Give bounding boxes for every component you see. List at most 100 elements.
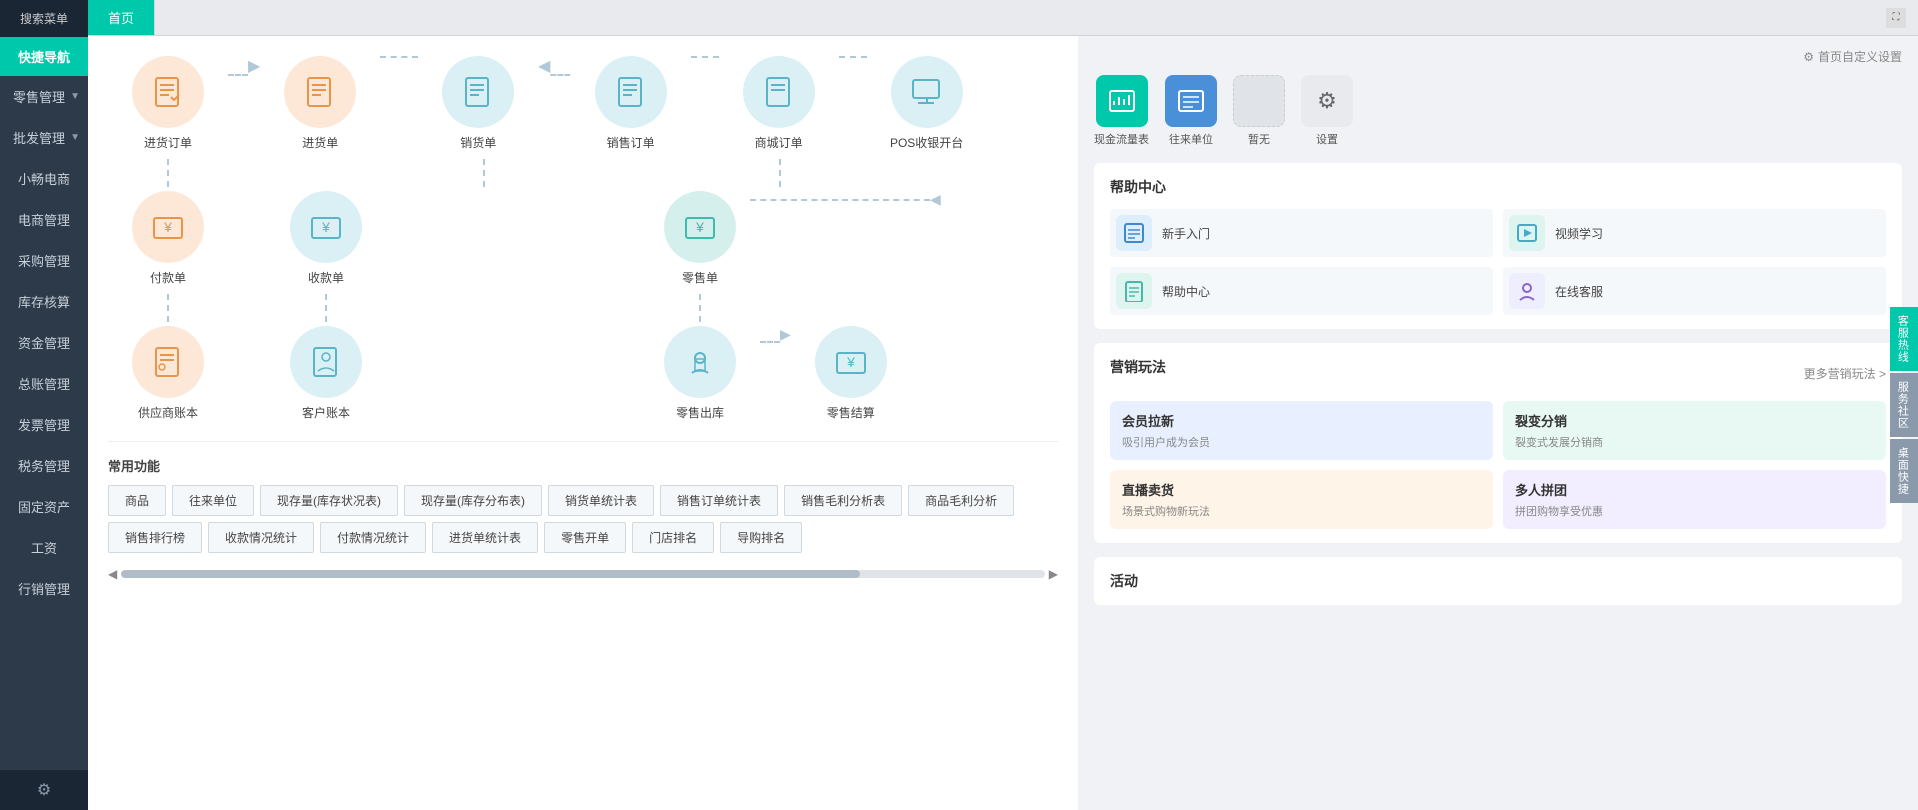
sidebar-item-ledger[interactable]: 总账管理	[0, 363, 88, 404]
marketing-item-member[interactable]: 会员拉新 吸引用户成为会员	[1110, 401, 1493, 460]
activity-section: 活动	[1094, 557, 1902, 605]
sidebar-item-finance[interactable]: 资金管理	[0, 322, 88, 363]
flow-row-2: ¥ 付款单 ¥ 收款单	[108, 191, 1058, 286]
quick-icon-empty[interactable]: 暂无	[1233, 75, 1285, 147]
node-label-receipt: 收款单	[308, 269, 344, 286]
sidebar-item-invoice[interactable]: 发票管理	[0, 404, 88, 445]
sidebar-item-inventory[interactable]: 库存核算	[0, 281, 88, 322]
sidebar-item-assets[interactable]: 固定资产	[0, 486, 88, 527]
func-button-6[interactable]: 销售毛利分析表	[784, 485, 902, 516]
help-item-video[interactable]: 视频学习	[1503, 209, 1886, 257]
node-label-retail: 零售单	[682, 269, 718, 286]
tab-home[interactable]: 首页	[88, 0, 155, 35]
func-button-7[interactable]: 商品毛利分析	[908, 485, 1014, 516]
func-button-9[interactable]: 收款情况统计	[208, 522, 314, 553]
node-retail[interactable]: ¥ 零售单	[640, 191, 760, 286]
func-button-4[interactable]: 销货单统计表	[548, 485, 654, 516]
customize-label[interactable]: 首页自定义设置	[1818, 48, 1902, 65]
node-label-customer-book: 客户账本	[302, 404, 350, 421]
sidebar-item-ecom[interactable]: 小畅电商	[0, 158, 88, 199]
func-button-3[interactable]: 现存量(库存分布表)	[404, 485, 542, 516]
sidebar-search[interactable]: 搜索菜单	[0, 0, 88, 37]
marketing-title: 营销玩法	[1110, 357, 1166, 377]
node-retail-outbound[interactable]: 零售出库	[640, 326, 760, 421]
quick-icon-contacts[interactable]: 往来单位	[1165, 75, 1217, 147]
svg-text:¥: ¥	[163, 219, 172, 235]
func-button-13[interactable]: 门店排名	[632, 522, 714, 553]
help-center-title: 帮助中心	[1110, 177, 1886, 197]
scroll-left-arrow[interactable]: ◀	[108, 567, 117, 581]
flow-row-1: 进货订单 ▶ 进货单	[108, 56, 1058, 151]
node-pos[interactable]: POS收银开台	[867, 56, 987, 151]
marketing-item-fission[interactable]: 裂变分销 裂变式发展分销商	[1503, 401, 1886, 460]
sidebar-quicknav[interactable]: 快捷导航	[0, 37, 88, 76]
node-circle-mall-order	[743, 56, 815, 128]
common-functions-section: 常用功能 商品往来单位现存量(库存状况表)现存量(库存分布表)销货单统计表销售订…	[108, 441, 1058, 553]
scroll-thumb	[121, 570, 860, 578]
sidebar-item-ecommgmt[interactable]: 电商管理	[0, 199, 88, 240]
svg-text:¥: ¥	[321, 219, 330, 235]
sidebar-item-marketing-mgmt[interactable]: 行销管理	[0, 568, 88, 609]
node-retail-settle[interactable]: ¥ 零售结算	[791, 326, 911, 421]
func-button-1[interactable]: 往来单位	[172, 485, 254, 516]
sidebar-item-purchase[interactable]: 采购管理	[0, 240, 88, 281]
sidebar-item-wholesale[interactable]: 批发管理 ▼	[0, 117, 88, 158]
func-button-0[interactable]: 商品	[108, 485, 166, 516]
node-circle-pos	[891, 56, 963, 128]
float-customer-service[interactable]: 客服热线	[1890, 307, 1918, 371]
arrow-outbound-settle: ▶	[760, 326, 791, 375]
quick-icon-cashflow[interactable]: 现金流量表	[1094, 75, 1149, 147]
sidebar-settings-button[interactable]: ⚙	[0, 770, 88, 810]
func-button-12[interactable]: 零售开单	[544, 522, 626, 553]
func-button-8[interactable]: 销售排行榜	[108, 522, 202, 553]
func-button-10[interactable]: 付款情况统计	[320, 522, 426, 553]
svg-text:¥: ¥	[695, 219, 704, 235]
sidebar-item-tax[interactable]: 税务管理	[0, 445, 88, 486]
more-marketing-link[interactable]: 更多营销玩法 >	[1804, 365, 1886, 382]
node-purchase[interactable]: 进货单	[260, 56, 380, 151]
quick-icon-settings[interactable]: ⚙ 设置	[1301, 75, 1353, 147]
expand-button[interactable]: ⛶	[1886, 8, 1918, 28]
node-purchase-order[interactable]: 进货订单	[108, 56, 228, 151]
sidebar-item-payroll[interactable]: 工资	[0, 527, 88, 568]
flow-diagram: 进货订单 ▶ 进货单	[108, 56, 1058, 421]
node-receipt[interactable]: ¥ 收款单	[266, 191, 386, 286]
float-desktop[interactable]: 桌面快捷	[1890, 439, 1918, 503]
node-sale[interactable]: 销货单	[418, 56, 538, 151]
gear-icon: ⚙	[1803, 50, 1814, 64]
scroll-right-arrow[interactable]: ▶	[1049, 567, 1058, 581]
contacts-label: 往来单位	[1169, 131, 1213, 147]
float-community[interactable]: 服务社区	[1890, 373, 1918, 437]
help-item-docs[interactable]: 帮助中心	[1110, 267, 1493, 315]
sidebar: 搜索菜单 快捷导航 零售管理 ▼ 批发管理 ▼ 小畅电商 电商管理 采购管理 库…	[0, 0, 88, 810]
support-label: 在线客服	[1555, 283, 1603, 300]
member-title: 会员拉新	[1122, 411, 1481, 430]
member-desc: 吸引用户成为会员	[1122, 434, 1481, 450]
help-item-support[interactable]: 在线客服	[1503, 267, 1886, 315]
node-mall-order[interactable]: 商城订单	[719, 56, 839, 151]
node-supplier-book[interactable]: 供应商账本	[108, 326, 228, 421]
func-button-2[interactable]: 现存量(库存状况表)	[260, 485, 398, 516]
flow-row-3: 供应商账本 客户账本	[108, 326, 1058, 421]
svg-text:¥: ¥	[846, 354, 855, 370]
marketing-item-group[interactable]: 多人拼团 拼团购物享受优惠	[1503, 470, 1886, 529]
live-desc: 场景式购物新玩法	[1122, 503, 1481, 519]
scroll-track[interactable]	[121, 570, 1045, 578]
docs-label: 帮助中心	[1162, 283, 1210, 300]
tabbar: 首页 ⛶	[88, 0, 1918, 36]
func-button-11[interactable]: 进货单统计表	[432, 522, 538, 553]
arrow-left-1: ▶	[538, 56, 570, 108]
marketing-grid: 会员拉新 吸引用户成为会员 裂变分销 裂变式发展分销商 直播卖货 场景式购物新玩…	[1110, 401, 1886, 529]
quick-icons-row: 现金流量表 往来单位 暂无 ⚙ 设置	[1094, 75, 1902, 147]
expand-icon[interactable]: ⛶	[1886, 8, 1906, 28]
node-customer-book[interactable]: 客户账本	[266, 326, 386, 421]
marketing-card: 营销玩法 更多营销玩法 > 会员拉新 吸引用户成为会员 裂变分销 裂变式发展分销…	[1094, 343, 1902, 543]
node-sale-order[interactable]: 销售订单	[571, 56, 691, 151]
func-button-14[interactable]: 导购排名	[720, 522, 802, 553]
marketing-item-live[interactable]: 直播卖货 场景式购物新玩法	[1110, 470, 1493, 529]
node-payment[interactable]: ¥ 付款单	[108, 191, 228, 286]
node-circle-customer-book	[290, 326, 362, 398]
func-button-5[interactable]: 销售订单统计表	[660, 485, 778, 516]
sidebar-item-retail[interactable]: 零售管理 ▼	[0, 76, 88, 117]
help-item-beginner[interactable]: 新手入门	[1110, 209, 1493, 257]
